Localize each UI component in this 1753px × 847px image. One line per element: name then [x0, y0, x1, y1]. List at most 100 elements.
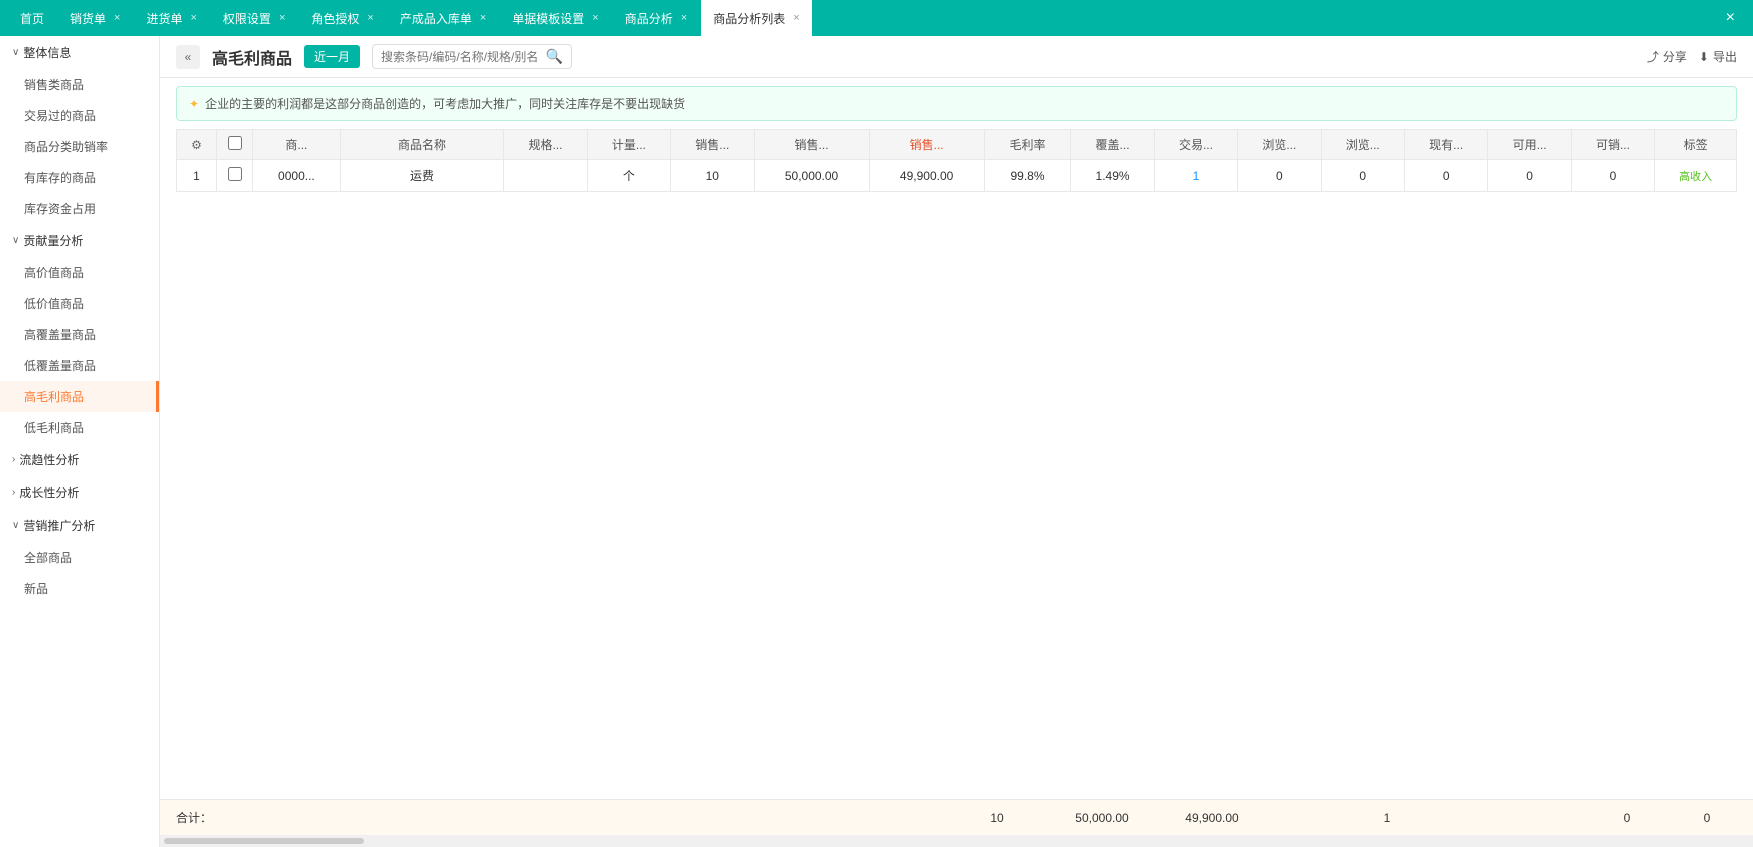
nav-product-inbound[interactable]: 产成品入库单 × [388, 0, 498, 36]
footer-available: 0 [1677, 811, 1737, 825]
sidebar: ∨ 整体信息 销售类商品 交易过的商品 商品分类助销率 有库存的商品 库存资金占… [0, 36, 160, 847]
sidebar-item-low-coverage[interactable]: 低覆盖量商品 [0, 350, 159, 381]
col-checkbox [217, 130, 253, 160]
col-coverage[interactable]: 覆盖... [1071, 130, 1154, 160]
period-button[interactable]: 近一月 [304, 45, 360, 68]
footer-transaction: 1 [1357, 811, 1417, 825]
share-button[interactable]: ⤴ 分享 [1647, 48, 1687, 65]
sidebar-group-contribution[interactable]: ∨ 贡献量分析 [0, 224, 159, 257]
chevron-right-icon: › [12, 487, 15, 498]
table-header-row: ⚙ 商... 商品名称 规格... 计量... 销售... 销售... 销售..… [177, 130, 1737, 160]
row-gross-rate: 99.8% [984, 160, 1071, 192]
col-name[interactable]: 商品名称 [340, 130, 503, 160]
horizontal-scrollbar[interactable] [160, 835, 1753, 847]
sidebar-item-high-coverage[interactable]: 高覆盖量商品 [0, 319, 159, 350]
sidebar-item-high-margin[interactable]: 高毛利商品 [0, 381, 159, 412]
top-navigation: 首页 销货单 × 进货单 × 权限设置 × 角色授权 × 产成品入库单 × 单据… [0, 0, 1753, 36]
row-browse1: 0 [1238, 160, 1321, 192]
search-input[interactable] [381, 50, 542, 64]
col-gross-rate[interactable]: 毛利率 [984, 130, 1071, 160]
sidebar-item-in-stock[interactable]: 有库存的商品 [0, 162, 159, 193]
row-checkbox[interactable] [217, 160, 253, 192]
chevron-down-icon: ∨ [12, 520, 19, 531]
col-sale-amt[interactable]: 销售... [754, 130, 869, 160]
col-sale-profit[interactable]: 销售... [869, 130, 984, 160]
search-box: 🔍 [372, 44, 572, 69]
col-spec[interactable]: 规格... [504, 130, 587, 160]
row-sale-qty: 10 [671, 160, 754, 192]
footer-sale-amt: 50,000.00 [1057, 811, 1147, 825]
col-browse2[interactable]: 浏览... [1321, 130, 1404, 160]
content-area: « 高毛利商品 近一月 🔍 ⤴ 分享 ⬇ 导出 ✦ 企业的主要 [160, 36, 1753, 847]
header-actions: ⤴ 分享 ⬇ 导出 [1647, 48, 1737, 65]
nav-template-settings[interactable]: 单据模板设置 × [500, 0, 610, 36]
close-role-auth[interactable]: × [367, 12, 373, 24]
sidebar-group-overall[interactable]: ∨ 整体信息 [0, 36, 159, 69]
row-select-checkbox[interactable] [228, 167, 242, 181]
footer-label: 合计： [176, 809, 212, 826]
sidebar-group-trend[interactable]: › 流趋性分析 [0, 443, 159, 476]
col-saleable[interactable]: 可销... [1571, 130, 1654, 160]
chevron-down-icon: ∨ [12, 235, 19, 246]
row-sale-amt: 50,000.00 [754, 160, 869, 192]
col-code[interactable]: 商... [253, 130, 341, 160]
col-settings[interactable]: ⚙ [177, 130, 217, 160]
tag-label: 高收入 [1679, 171, 1712, 183]
search-icon[interactable]: 🔍 [546, 48, 563, 65]
nav-product-analysis[interactable]: 商品分析 × [613, 0, 699, 36]
col-available[interactable]: 可用... [1488, 130, 1571, 160]
row-unit: 个 [587, 160, 670, 192]
col-current[interactable]: 现有... [1404, 130, 1487, 160]
col-unit[interactable]: 计量... [587, 130, 670, 160]
close-product-analysis-list[interactable]: × [793, 12, 799, 24]
col-tag[interactable]: 标签 [1655, 130, 1737, 160]
row-available: 0 [1488, 160, 1571, 192]
close-template-settings[interactable]: × [592, 12, 598, 24]
export-icon: ⬇ [1699, 50, 1709, 64]
chevron-right-icon: › [12, 454, 15, 465]
export-button[interactable]: ⬇ 导出 [1699, 48, 1737, 65]
sidebar-item-stock-capital[interactable]: 库存资金占用 [0, 193, 159, 224]
row-browse2: 0 [1321, 160, 1404, 192]
col-sale-qty[interactable]: 销售... [671, 130, 754, 160]
sidebar-item-low-margin[interactable]: 低毛利商品 [0, 412, 159, 443]
row-tag: 高收入 [1655, 160, 1737, 192]
close-permission-settings[interactable]: × [279, 12, 285, 24]
col-browse1[interactable]: 浏览... [1238, 130, 1321, 160]
close-product-inbound[interactable]: × [480, 12, 486, 24]
footer-sale-qty: 10 [957, 811, 1037, 825]
select-all-checkbox[interactable] [228, 136, 242, 150]
sidebar-group-growth[interactable]: › 成长性分析 [0, 476, 159, 509]
sidebar-item-all-goods[interactable]: 全部商品 [0, 542, 159, 573]
main-layout: ∨ 整体信息 销售类商品 交易过的商品 商品分类助销率 有库存的商品 库存资金占… [0, 36, 1753, 847]
row-code: 0000... [253, 160, 341, 192]
transaction-link[interactable]: 1 [1193, 169, 1200, 183]
share-icon: ⤴ [1647, 48, 1659, 65]
sidebar-item-category-rate[interactable]: 商品分类助销率 [0, 131, 159, 162]
col-transaction[interactable]: 交易... [1154, 130, 1237, 160]
nav-sales-order[interactable]: 销货单 × [58, 0, 132, 36]
nav-role-auth[interactable]: 角色授权 × [299, 0, 385, 36]
nav-permission-settings[interactable]: 权限设置 × [211, 0, 297, 36]
info-icon: ✦ [189, 97, 199, 111]
footer-sale-profit: 49,900.00 [1167, 811, 1257, 825]
nav-purchase-order[interactable]: 进货单 × [134, 0, 208, 36]
sidebar-item-traded-goods[interactable]: 交易过的商品 [0, 100, 159, 131]
sidebar-item-high-value[interactable]: 高价值商品 [0, 257, 159, 288]
sidebar-item-new-goods[interactable]: 新品 [0, 573, 159, 604]
close-sales-order[interactable]: × [114, 12, 120, 24]
window-close-btn[interactable]: × [1716, 9, 1745, 27]
page-title: 高毛利商品 [212, 45, 292, 69]
scroll-thumb[interactable] [164, 838, 364, 844]
nav-home[interactable]: 首页 [8, 0, 56, 36]
sidebar-collapse-button[interactable]: « [176, 45, 200, 69]
sidebar-item-sales-goods[interactable]: 销售类商品 [0, 69, 159, 100]
sidebar-group-marketing[interactable]: ∨ 营销推广分析 [0, 509, 159, 542]
close-purchase-order[interactable]: × [190, 12, 196, 24]
row-no: 1 [177, 160, 217, 192]
gear-icon[interactable]: ⚙ [191, 138, 202, 152]
info-banner: ✦ 企业的主要的利润都是这部分商品创造的，可考虑加大推广，同时关注库存是不要出现… [176, 86, 1737, 121]
nav-product-analysis-list[interactable]: 商品分析列表 × [701, 0, 811, 36]
sidebar-item-low-value[interactable]: 低价值商品 [0, 288, 159, 319]
close-product-analysis[interactable]: × [681, 12, 687, 24]
